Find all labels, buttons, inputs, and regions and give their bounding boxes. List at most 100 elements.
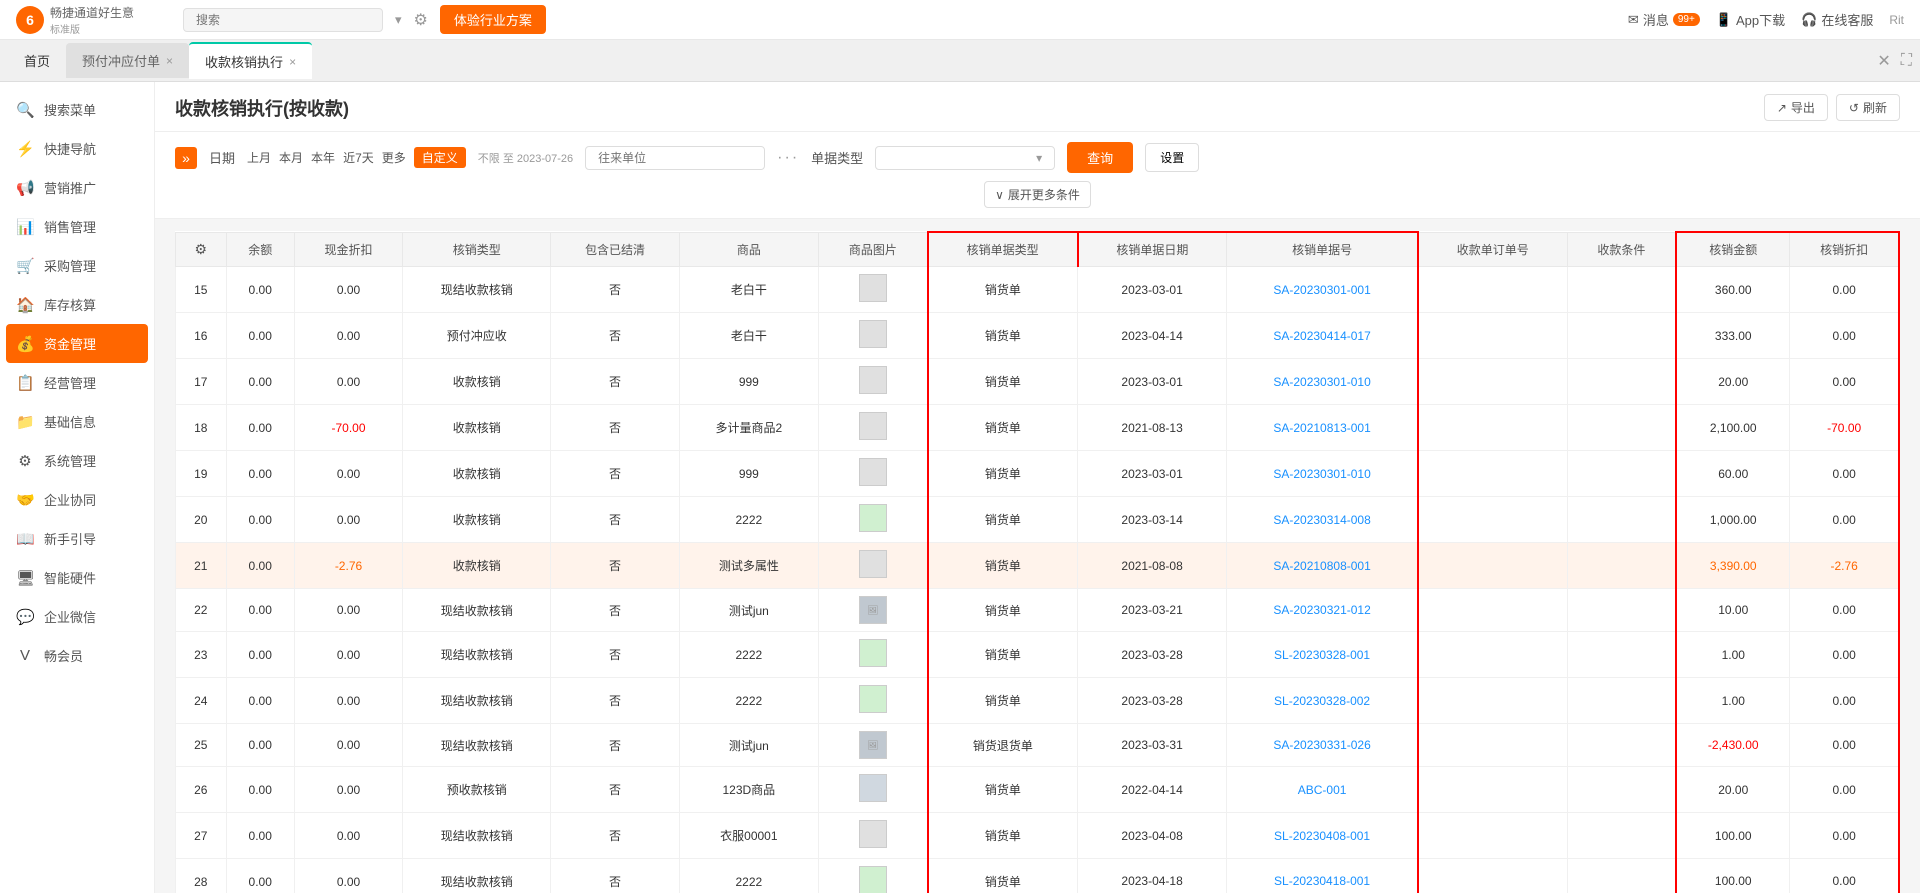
- page-header: 收款核销执行(按收款) ↗ 导出 ↺ 刷新: [155, 82, 1920, 132]
- bill-type-select[interactable]: ▾: [875, 146, 1055, 170]
- online-service-button[interactable]: 🎧 在线客服: [1801, 10, 1873, 29]
- row-writeoff-bill-no[interactable]: SA-20230321-012: [1227, 589, 1418, 632]
- expand-more-button[interactable]: ∨ 展开更多条件: [984, 181, 1091, 208]
- row-writeoff-bill-no[interactable]: SA-20230331-026: [1227, 724, 1418, 767]
- sidebar-item-sales[interactable]: 📊 销售管理: [0, 207, 154, 246]
- row-receipt-condition: [1567, 451, 1676, 497]
- sidebar-item-hardware[interactable]: 🖥 智能硬件: [0, 558, 154, 597]
- sidebar-item-search[interactable]: 🔍 搜索菜单: [0, 90, 154, 129]
- messages-button[interactable]: ✉ 消息 99+: [1628, 10, 1700, 29]
- expand-icon[interactable]: ⛶: [1901, 52, 1912, 70]
- settings-icon[interactable]: ⚙: [414, 10, 428, 30]
- messages-badge: 99+: [1673, 13, 1700, 26]
- row-include-settled: 否: [551, 859, 679, 893]
- export-button[interactable]: ↗ 导出: [1764, 94, 1828, 121]
- date-opt-7days[interactable]: 近7天: [343, 149, 374, 166]
- bill-no-link[interactable]: SA-20230301-010: [1273, 375, 1370, 389]
- page-title: 收款核销执行(按收款): [175, 95, 349, 121]
- bill-no-link[interactable]: ABC-001: [1298, 783, 1347, 797]
- sidebar-item-purchase[interactable]: 🛒 采购管理: [0, 246, 154, 285]
- tab-prepay-close[interactable]: ×: [166, 54, 173, 68]
- app-download-button[interactable]: 📱 App下载: [1716, 10, 1785, 29]
- row-writeoff-bill-no[interactable]: SA-20230301-010: [1227, 451, 1418, 497]
- row-writeoff-bill-date: 2023-03-28: [1078, 632, 1227, 678]
- close-all-icon[interactable]: ✕: [1877, 51, 1890, 71]
- row-product-img: [819, 267, 928, 313]
- row-writeoff-bill-no[interactable]: SA-20210813-001: [1227, 405, 1418, 451]
- sidebar-item-enterprise[interactable]: 🤝 企业协同: [0, 480, 154, 519]
- row-cash-discount: -2.76: [294, 543, 402, 589]
- bill-no-link[interactable]: SA-20230301-001: [1273, 283, 1370, 297]
- bill-type-label: 单据类型: [811, 148, 863, 167]
- bill-no-link[interactable]: SA-20210813-001: [1273, 421, 1370, 435]
- col-settings-header[interactable]: ⚙: [176, 232, 227, 267]
- industry-button[interactable]: 体验行业方案: [440, 5, 546, 34]
- filter-toggle-button[interactable]: »: [175, 147, 197, 169]
- settings-button[interactable]: 设置: [1145, 143, 1199, 172]
- sidebar-item-vip[interactable]: V 畅会员: [0, 636, 154, 675]
- date-opt-this-month[interactable]: 本月: [279, 149, 303, 166]
- row-writeoff-bill-no[interactable]: ABC-001: [1227, 767, 1418, 813]
- row-id: 16: [176, 313, 227, 359]
- tab-bar: 首页 预付冲应付单 × 收款核销执行 × ✕ ⛶: [0, 40, 1920, 82]
- query-button[interactable]: 查询: [1067, 142, 1133, 173]
- counterparty-more-icon[interactable]: ···: [777, 149, 799, 167]
- row-writeoff-bill-no[interactable]: SA-20230414-017: [1227, 313, 1418, 359]
- row-writeoff-bill-type: 销货单: [928, 678, 1078, 724]
- date-opt-last-month[interactable]: 上月: [247, 149, 271, 166]
- row-writeoff-bill-date: 2023-03-01: [1078, 451, 1227, 497]
- bill-no-link[interactable]: SL-20230408-001: [1274, 829, 1370, 843]
- bill-no-link[interactable]: SL-20230418-001: [1274, 874, 1370, 888]
- counterparty-input[interactable]: [585, 146, 765, 170]
- bill-no-link[interactable]: SA-20230414-017: [1273, 329, 1370, 343]
- row-writeoff-bill-no[interactable]: SL-20230328-002: [1227, 678, 1418, 724]
- sidebar-item-marketing[interactable]: 📢 营销推广: [0, 168, 154, 207]
- tab-writeoff[interactable]: 收款核销执行 ×: [189, 42, 312, 79]
- finance-icon: 💰: [16, 335, 34, 353]
- expand-icon: ∨: [995, 188, 1004, 202]
- bill-no-link[interactable]: SA-20230321-012: [1273, 603, 1370, 617]
- tab-prepay[interactable]: 预付冲应付单 ×: [66, 43, 189, 78]
- row-receipt-order-no: [1418, 267, 1567, 313]
- dropdown-icon[interactable]: ▾: [395, 12, 402, 28]
- row-writeoff-bill-no[interactable]: SA-20230301-010: [1227, 359, 1418, 405]
- row-writeoff-bill-no[interactable]: SL-20230408-001: [1227, 813, 1418, 859]
- bill-no-link[interactable]: SL-20230328-001: [1274, 648, 1370, 662]
- refresh-button[interactable]: ↺ 刷新: [1836, 94, 1900, 121]
- row-writeoff-bill-type: 销货单: [928, 589, 1078, 632]
- download-icon: 📱: [1716, 12, 1732, 28]
- bill-no-link[interactable]: SA-20230301-010: [1273, 467, 1370, 481]
- bill-no-link[interactable]: SA-20210808-001: [1273, 559, 1370, 573]
- sidebar-item-finance[interactable]: 💰 资金管理: [6, 324, 148, 363]
- row-writeoff-bill-date: 2021-08-08: [1078, 543, 1227, 589]
- row-product-img: [819, 678, 928, 724]
- row-writeoff-bill-no[interactable]: SA-20230314-008: [1227, 497, 1418, 543]
- sidebar-item-basic[interactable]: 📁 基础信息: [0, 402, 154, 441]
- row-writeoff-bill-no[interactable]: SA-20210808-001: [1227, 543, 1418, 589]
- bill-no-link[interactable]: SL-20230328-002: [1274, 694, 1370, 708]
- tab-writeoff-close[interactable]: ×: [289, 55, 296, 69]
- top-search-input[interactable]: [183, 8, 383, 32]
- sidebar-item-operations[interactable]: 📋 经营管理: [0, 363, 154, 402]
- date-opt-more[interactable]: 更多: [382, 149, 406, 166]
- row-cancel-type: 现结收款核销: [403, 267, 551, 313]
- row-receipt-order-no: [1418, 313, 1567, 359]
- row-writeoff-bill-no[interactable]: SL-20230328-001: [1227, 632, 1418, 678]
- row-id: 20: [176, 497, 227, 543]
- sidebar-item-quicknav[interactable]: ⚡ 快捷导航: [0, 129, 154, 168]
- row-writeoff-bill-no[interactable]: SL-20230418-001: [1227, 859, 1418, 893]
- sidebar-item-system[interactable]: ⚙ 系统管理: [0, 441, 154, 480]
- sidebar-item-guide[interactable]: 📖 新手引导: [0, 519, 154, 558]
- date-opt-this-year[interactable]: 本年: [311, 149, 335, 166]
- date-opt-custom[interactable]: 自定义: [414, 147, 466, 168]
- bill-no-link[interactable]: SA-20230314-008: [1273, 513, 1370, 527]
- row-writeoff-bill-no[interactable]: SA-20230301-001: [1227, 267, 1418, 313]
- sidebar-item-wechat[interactable]: 💬 企业微信: [0, 597, 154, 636]
- row-product-img: 🖼: [819, 589, 928, 632]
- tab-home[interactable]: 首页: [8, 43, 66, 78]
- row-receipt-condition: [1567, 405, 1676, 451]
- bill-no-link[interactable]: SA-20230331-026: [1273, 738, 1370, 752]
- row-cash-discount: 0.00: [294, 724, 402, 767]
- sidebar-item-inventory[interactable]: 🏠 库存核算: [0, 285, 154, 324]
- row-receipt-condition: [1567, 767, 1676, 813]
